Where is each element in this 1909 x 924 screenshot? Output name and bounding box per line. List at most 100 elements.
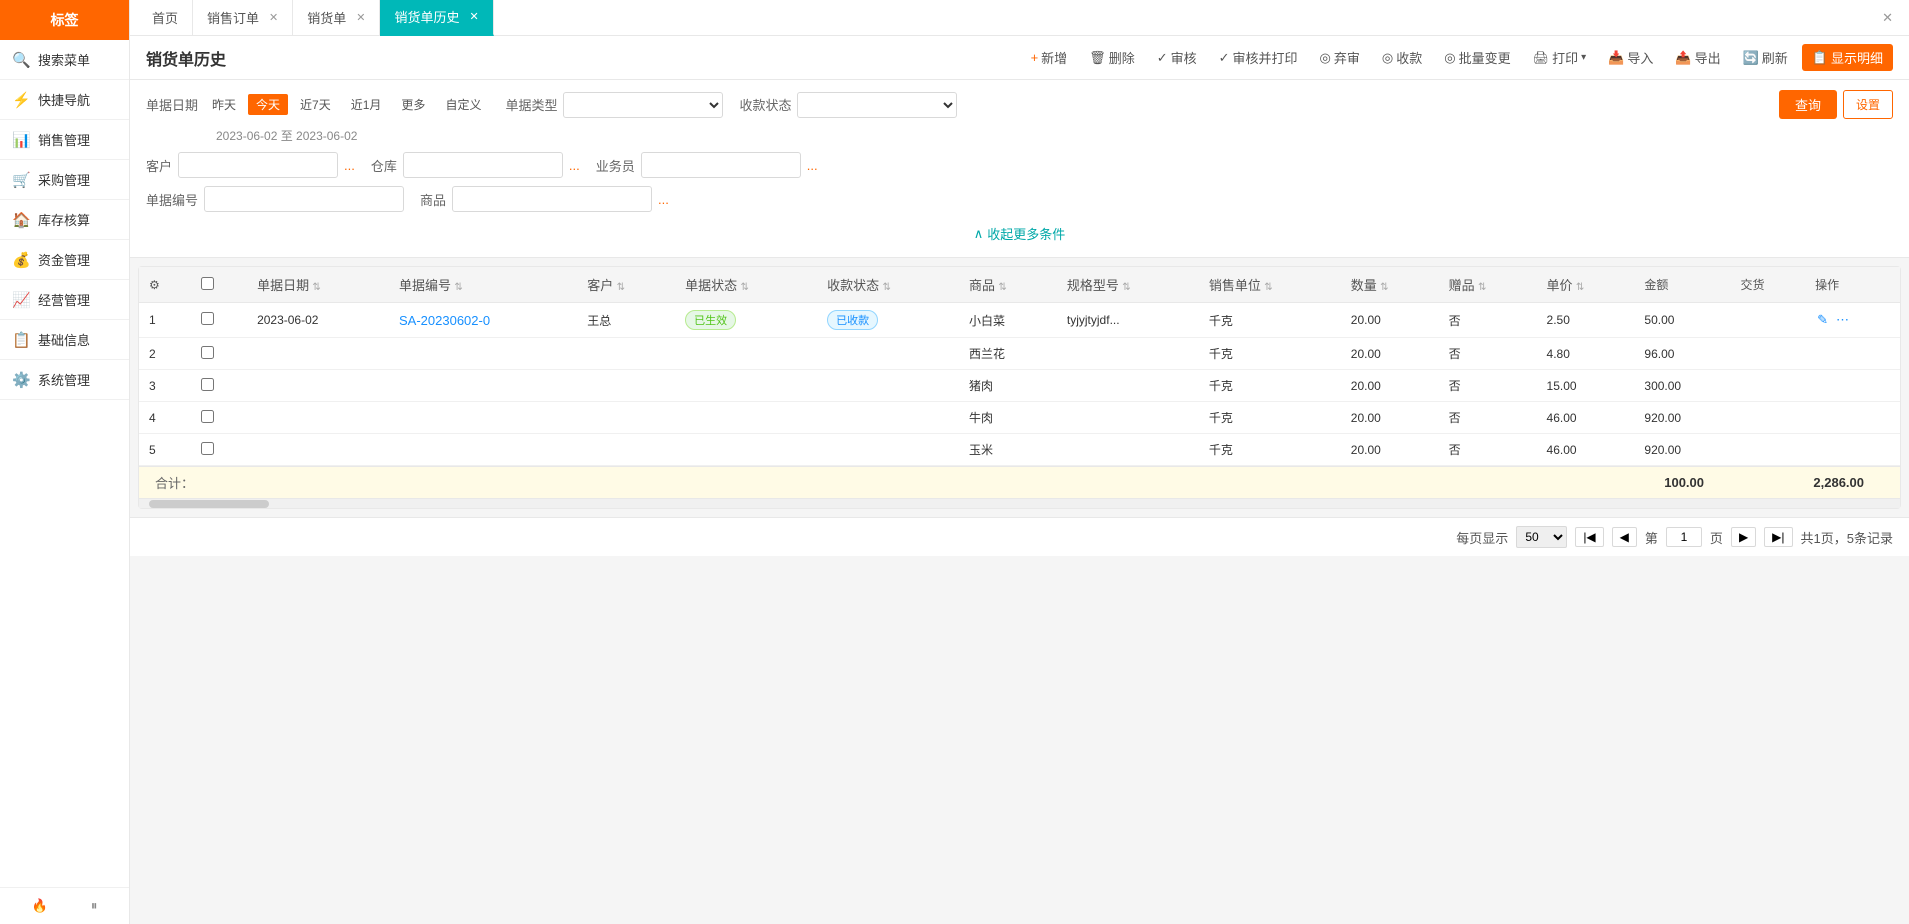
goods-input[interactable] bbox=[452, 186, 652, 212]
th-doc-no[interactable]: 单据编号 ⇅ bbox=[389, 267, 577, 303]
set-button[interactable]: 设置 bbox=[1843, 90, 1893, 119]
th-trade[interactable]: 交货 bbox=[1730, 267, 1805, 303]
td-qty: 20.00 bbox=[1341, 303, 1439, 338]
first-page-button[interactable]: |◀ bbox=[1575, 527, 1603, 547]
batch-change-button[interactable]: ◎ 批量变更 bbox=[1436, 44, 1518, 71]
sidebar-item-finance[interactable]: 💰 资金管理 bbox=[0, 240, 129, 280]
row-checkbox[interactable] bbox=[201, 378, 214, 391]
sidebar-item-quick-nav[interactable]: ⚡ 快捷导航 bbox=[0, 80, 129, 120]
tab-sales-history[interactable]: 销货单历史 ✕ bbox=[380, 0, 493, 36]
collapse-filter-button[interactable]: ∧ 收起更多条件 bbox=[146, 220, 1893, 247]
refresh-button[interactable]: 🔄 刷新 bbox=[1735, 44, 1796, 71]
customer-input[interactable] bbox=[178, 152, 338, 178]
delete-button[interactable]: 🗑 删除 bbox=[1081, 44, 1143, 71]
customer-ellipsis[interactable]: ... bbox=[344, 158, 355, 173]
doc-type-select[interactable] bbox=[563, 92, 723, 118]
tab-sales-goods[interactable]: 销货单 ✕ bbox=[293, 0, 380, 36]
th-spec[interactable]: 规格型号 ⇅ bbox=[1057, 267, 1199, 303]
warehouse-ellipsis[interactable]: ... bbox=[569, 158, 580, 173]
sidebar-bottom-icon2[interactable]: ⏸ bbox=[91, 898, 98, 914]
date-tab-1month[interactable]: 近1月 bbox=[343, 94, 390, 115]
th-settings[interactable]: ⚙ bbox=[139, 267, 191, 303]
print-button[interactable]: 🖨 打印 ▾ bbox=[1525, 44, 1595, 71]
date-tab-yesterday[interactable]: 昨天 bbox=[204, 94, 244, 115]
sidebar-item-search-menu[interactable]: 🔍 搜索菜单 bbox=[0, 40, 129, 80]
scrollbar-thumb[interactable] bbox=[149, 500, 269, 508]
td-checkbox[interactable] bbox=[191, 370, 247, 402]
th-date[interactable]: 单据日期 ⇅ bbox=[247, 267, 389, 303]
date-tab-custom[interactable]: 自定义 bbox=[437, 94, 489, 115]
close-sales-order-tab[interactable]: ✕ bbox=[269, 11, 278, 24]
tab-sales-goods-label: 销货单 bbox=[307, 8, 346, 27]
last-page-button[interactable]: ▶| bbox=[1764, 527, 1792, 547]
th-unit[interactable]: 销售单位 ⇅ bbox=[1199, 267, 1341, 303]
sidebar-item-base-info[interactable]: 📋 基础信息 bbox=[0, 320, 129, 360]
page-input[interactable] bbox=[1666, 527, 1702, 547]
row-checkbox[interactable] bbox=[201, 346, 214, 359]
sidebar-item-operations[interactable]: 📈 经营管理 bbox=[0, 280, 129, 320]
discard-button[interactable]: ◎ 弃审 bbox=[1312, 44, 1368, 71]
td-action[interactable] bbox=[1805, 402, 1900, 434]
th-amount[interactable]: 金额 bbox=[1634, 267, 1730, 303]
close-sales-goods-tab[interactable]: ✕ bbox=[356, 11, 365, 24]
collect-button[interactable]: ◎ 收款 bbox=[1374, 44, 1430, 71]
audit-button[interactable]: ✓ 审核 bbox=[1149, 44, 1205, 71]
add-button[interactable]: + 新增 bbox=[1023, 44, 1076, 71]
td-action[interactable] bbox=[1805, 338, 1900, 370]
import-button[interactable]: 📥 导入 bbox=[1600, 44, 1661, 71]
th-collect-status[interactable]: 收款状态 ⇅ bbox=[817, 267, 959, 303]
goods-ellipsis[interactable]: ... bbox=[658, 192, 669, 207]
row-checkbox[interactable] bbox=[201, 312, 214, 325]
next-page-button[interactable]: ▶ bbox=[1731, 527, 1756, 547]
row-checkbox[interactable] bbox=[201, 410, 214, 423]
more-action-button[interactable]: ⋯ bbox=[1834, 310, 1851, 330]
row-checkbox[interactable] bbox=[201, 442, 214, 455]
td-checkbox[interactable] bbox=[191, 338, 247, 370]
sidebar-bottom-icon1[interactable]: 🔥 bbox=[32, 898, 48, 914]
warehouse-input[interactable] bbox=[403, 152, 563, 178]
edit-action-button[interactable]: ✎ bbox=[1815, 310, 1830, 330]
pagination: 每页显示 50 100 |◀ ◀ 第 页 ▶ ▶| 共1页，5条记录 bbox=[130, 517, 1909, 556]
td-checkbox[interactable] bbox=[191, 434, 247, 466]
tab-sales-order[interactable]: 销售订单 ✕ bbox=[193, 0, 293, 36]
query-button[interactable]: 查询 bbox=[1779, 90, 1837, 119]
th-checkbox[interactable] bbox=[191, 267, 247, 303]
tab-home[interactable]: 首页 bbox=[138, 0, 193, 36]
date-tab-more[interactable]: 更多 bbox=[393, 94, 433, 115]
td-action[interactable] bbox=[1805, 370, 1900, 402]
th-gift[interactable]: 赠品 ⇅ bbox=[1439, 267, 1537, 303]
sort-collectstatus-icon: ⇅ bbox=[882, 282, 890, 293]
sidebar-item-sales-mgmt[interactable]: 📊 销售管理 bbox=[0, 120, 129, 160]
sidebar-item-purchase-mgmt[interactable]: 🛒 采购管理 bbox=[0, 160, 129, 200]
td-action[interactable]: ✎⋯ bbox=[1805, 303, 1900, 338]
close-sales-history-tab[interactable]: ✕ bbox=[470, 10, 479, 23]
agent-ellipsis[interactable]: ... bbox=[807, 158, 818, 173]
doc-no-input[interactable] bbox=[204, 186, 404, 212]
td-doc-no[interactable]: SA-20230602-0 bbox=[389, 303, 577, 338]
th-price[interactable]: 单价 ⇅ bbox=[1537, 267, 1635, 303]
td-checkbox[interactable] bbox=[191, 402, 247, 434]
agent-input[interactable] bbox=[641, 152, 801, 178]
doc-no-link[interactable]: SA-20230602-0 bbox=[399, 313, 490, 328]
th-qty[interactable]: 数量 ⇅ bbox=[1341, 267, 1439, 303]
show-detail-button[interactable]: 📋 显示明细 bbox=[1802, 44, 1893, 71]
td-action[interactable] bbox=[1805, 434, 1900, 466]
td-goods: 牛肉 bbox=[959, 402, 1057, 434]
date-tab-7days[interactable]: 近7天 bbox=[292, 94, 339, 115]
close-all-tabs[interactable]: ✕ bbox=[1874, 10, 1901, 26]
sidebar-item-sys-mgmt[interactable]: ⚙️ 系统管理 bbox=[0, 360, 129, 400]
select-all-checkbox[interactable] bbox=[201, 277, 214, 290]
collect-status-select[interactable] bbox=[797, 92, 957, 118]
horizontal-scrollbar[interactable] bbox=[139, 498, 1900, 508]
export-button[interactable]: 📤 导出 bbox=[1667, 44, 1728, 71]
th-customer[interactable]: 客户 ⇅ bbox=[577, 267, 675, 303]
audit-print-button[interactable]: ✓ 审核并打印 bbox=[1211, 44, 1306, 71]
sidebar-item-inventory[interactable]: 🏠 库存核算 bbox=[0, 200, 129, 240]
th-goods[interactable]: 商品 ⇅ bbox=[959, 267, 1057, 303]
date-tab-today[interactable]: 今天 bbox=[248, 94, 288, 115]
per-page-select[interactable]: 50 100 bbox=[1516, 526, 1567, 548]
collapse-label: 收起更多条件 bbox=[987, 224, 1065, 243]
th-doc-status[interactable]: 单据状态 ⇅ bbox=[675, 267, 817, 303]
prev-page-button[interactable]: ◀ bbox=[1612, 527, 1637, 547]
td-checkbox[interactable] bbox=[191, 303, 247, 338]
